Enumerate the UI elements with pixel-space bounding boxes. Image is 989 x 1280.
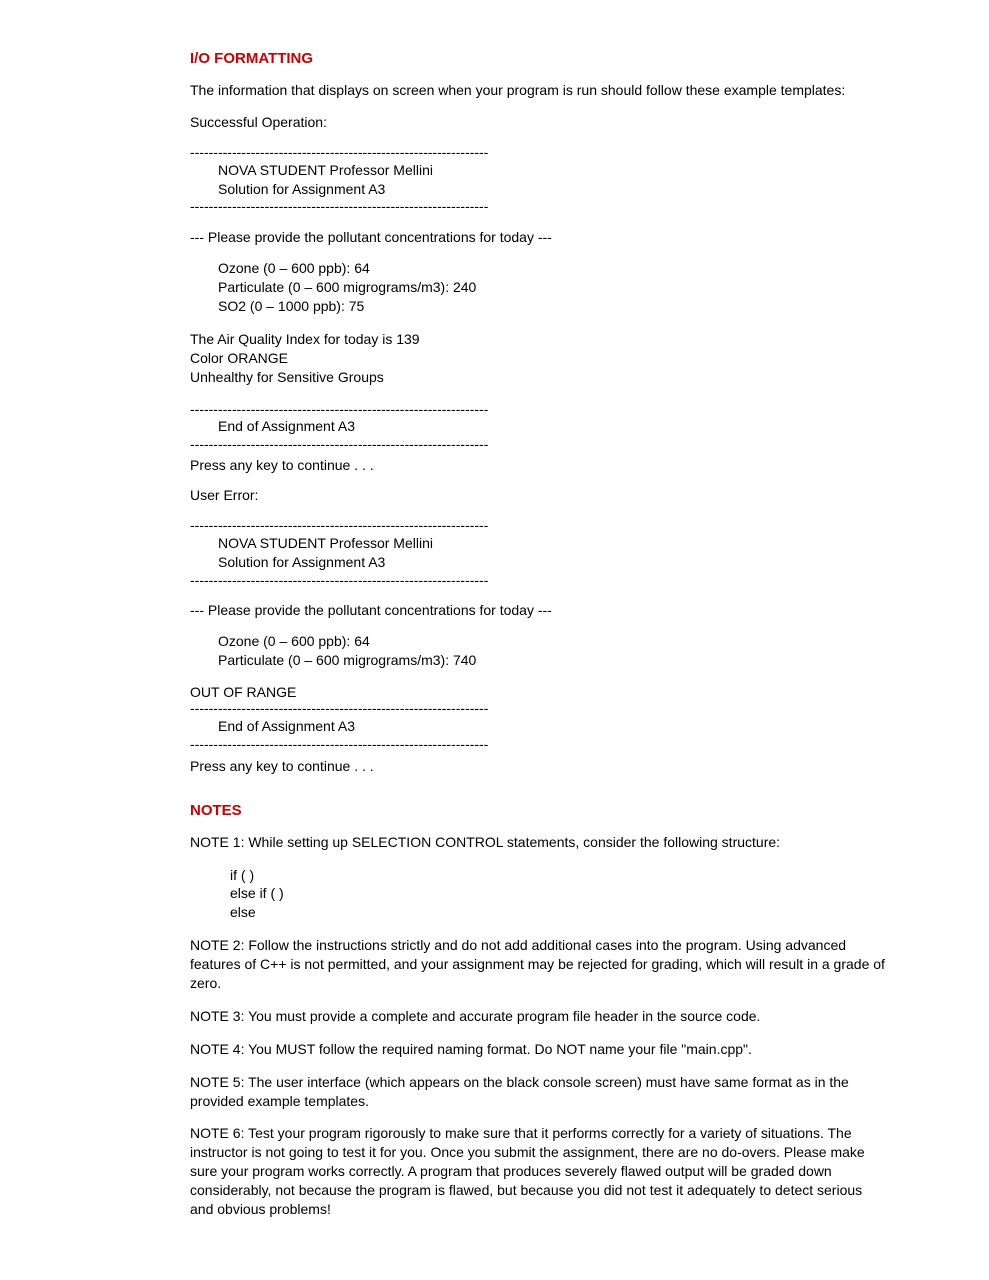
out-of-range-line: OUT OF RANGE xyxy=(190,684,889,700)
selection-structure-block: if ( ) else if ( ) else xyxy=(190,866,889,923)
if-line: if ( ) xyxy=(230,866,889,885)
header-student-line: NOVA STUDENT Professor Mellini xyxy=(218,534,889,553)
success-inputs-block: Ozone (0 – 600 ppb): 64 Particulate (0 –… xyxy=(190,259,889,316)
dash-separator: ----------------------------------------… xyxy=(190,700,889,717)
intro-paragraph: The information that displays on screen … xyxy=(190,81,889,100)
ozone-input-line: Ozone (0 – 600 ppb): 64 xyxy=(218,259,889,278)
particulate-error-line: Particulate (0 – 600 migrograms/m3): 740 xyxy=(218,651,889,670)
error-inputs-block: Ozone (0 – 600 ppb): 64 Particulate (0 –… xyxy=(190,632,889,670)
note-2: NOTE 2: Follow the instructions strictly… xyxy=(190,936,889,993)
prompt-line: --- Please provide the pollutant concent… xyxy=(190,229,889,245)
dash-separator: ----------------------------------------… xyxy=(190,736,889,753)
press-any-key-line: Press any key to continue . . . xyxy=(190,757,889,776)
header-student-line: NOVA STUDENT Professor Mellini xyxy=(218,161,889,180)
else-if-line: else if ( ) xyxy=(230,884,889,903)
ozone-input-line: Ozone (0 – 600 ppb): 64 xyxy=(218,632,889,651)
end-of-assignment-line: End of Assignment A3 xyxy=(190,717,889,736)
error-footer-block: ----------------------------------------… xyxy=(190,700,889,752)
aqi-value-line: The Air Quality Index for today is 139 xyxy=(190,330,889,349)
prompt-line: --- Please provide the pollutant concent… xyxy=(190,602,889,618)
dash-separator: ----------------------------------------… xyxy=(190,401,889,418)
header-solution-line: Solution for Assignment A3 xyxy=(218,553,889,572)
particulate-input-line: Particulate (0 – 600 migrograms/m3): 240 xyxy=(218,278,889,297)
press-any-key-line: Press any key to continue . . . xyxy=(190,457,889,473)
header-solution-line: Solution for Assignment A3 xyxy=(218,180,889,199)
error-header-block: ----------------------------------------… xyxy=(190,517,889,588)
dash-separator: ----------------------------------------… xyxy=(190,144,889,161)
so2-input-line: SO2 (0 – 1000 ppb): 75 xyxy=(218,297,889,316)
note-4: NOTE 4: You MUST follow the required nam… xyxy=(190,1040,889,1059)
io-formatting-heading: I/O FORMATTING xyxy=(190,50,889,67)
note-3: NOTE 3: You must provide a complete and … xyxy=(190,1007,889,1026)
user-error-label: User Error: xyxy=(190,487,889,503)
aqi-color-line: Color ORANGE xyxy=(190,349,889,368)
dash-separator: ----------------------------------------… xyxy=(190,436,889,453)
document-page: I/O FORMATTING The information that disp… xyxy=(0,0,989,1273)
end-of-assignment-line: End of Assignment A3 xyxy=(190,417,889,436)
dash-separator: ----------------------------------------… xyxy=(190,517,889,534)
note-5: NOTE 5: The user interface (which appear… xyxy=(190,1073,889,1111)
dash-separator: ----------------------------------------… xyxy=(190,198,889,215)
success-footer-block: ----------------------------------------… xyxy=(190,401,889,453)
aqi-result-block: The Air Quality Index for today is 139 C… xyxy=(190,330,889,387)
successful-operation-label: Successful Operation: xyxy=(190,114,889,130)
note-6: NOTE 6: Test your program rigorously to … xyxy=(190,1124,889,1218)
note-1: NOTE 1: While setting up SELECTION CONTR… xyxy=(190,833,889,852)
dash-separator: ----------------------------------------… xyxy=(190,572,889,589)
aqi-health-line: Unhealthy for Sensitive Groups xyxy=(190,368,889,387)
else-line: else xyxy=(230,903,889,922)
success-header-block: ----------------------------------------… xyxy=(190,144,889,215)
notes-heading: NOTES xyxy=(190,802,889,819)
